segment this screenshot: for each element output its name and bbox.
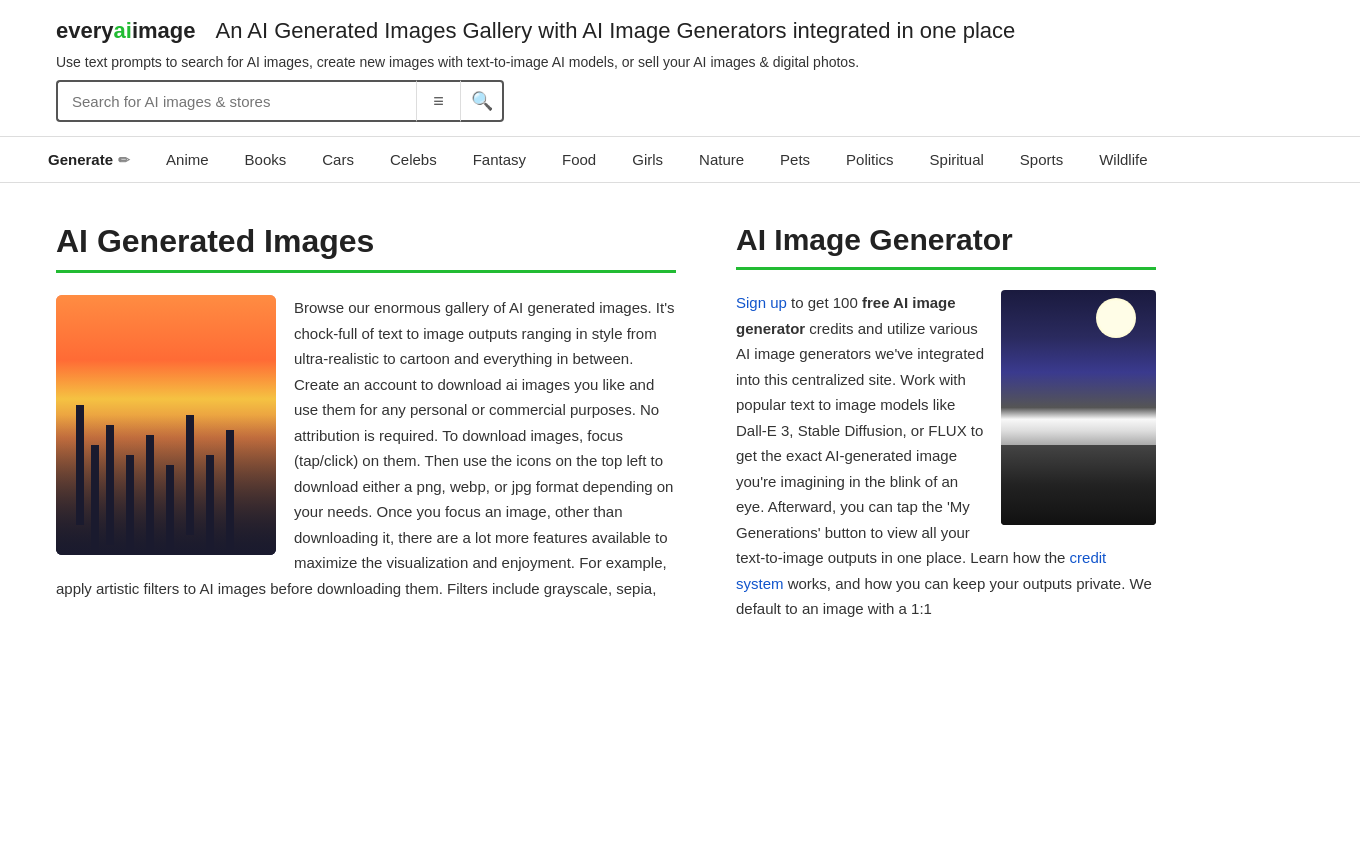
sign-up-mid-text: to get 100 (791, 294, 858, 311)
nav-item-celebs[interactable]: Celebs (372, 137, 455, 182)
logo-suffix: image (132, 18, 196, 43)
nav-bar: Generate ✏ Anime Books Cars Celebs Fanta… (0, 136, 1360, 183)
mountain-car-image (1001, 290, 1156, 525)
search-input[interactable] (56, 80, 416, 122)
nav-item-politics[interactable]: Politics (828, 137, 912, 182)
nav-item-anime[interactable]: Anime (148, 137, 227, 182)
left-section-body: Browse our enormous gallery of AI genera… (56, 295, 676, 601)
city-illustration (56, 295, 276, 555)
right-column: AI Image Generator Sign up to get 100 fr… (736, 223, 1156, 622)
search-icon: 🔍 (471, 90, 493, 112)
right-section-title: AI Image Generator (736, 223, 1156, 257)
nav-item-nature[interactable]: Nature (681, 137, 762, 182)
nav-item-generate[interactable]: Generate ✏ (30, 137, 148, 182)
nav-generate-label: Generate (48, 151, 113, 168)
header-tagline: An AI Generated Images Gallery with AI I… (215, 18, 1015, 44)
city-image (56, 295, 276, 555)
nav-item-sports[interactable]: Sports (1002, 137, 1081, 182)
nav-item-food[interactable]: Food (544, 137, 614, 182)
nav-item-wildlife[interactable]: Wildlife (1081, 137, 1165, 182)
right-body-2: works, and how you can keep your outputs… (736, 575, 1152, 618)
header: everyaiimage An AI Generated Images Gall… (0, 0, 1360, 54)
left-section-title: AI Generated Images (56, 223, 676, 260)
logo-prefix: every (56, 18, 114, 43)
nav-item-cars[interactable]: Cars (304, 137, 372, 182)
nav-item-spiritual[interactable]: Spiritual (912, 137, 1002, 182)
nav-item-girls[interactable]: Girls (614, 137, 681, 182)
nav-item-pets[interactable]: Pets (762, 137, 828, 182)
mountain-car-illustration (1001, 290, 1156, 525)
search-button[interactable]: 🔍 (460, 80, 504, 122)
sign-up-link[interactable]: Sign up (736, 294, 787, 311)
filter-icon: ≡ (433, 91, 444, 112)
main-content: AI Generated Images Browse our enormous … (0, 183, 1360, 662)
nav-item-books[interactable]: Books (227, 137, 305, 182)
wand-icon: ✏ (118, 152, 130, 168)
left-title-underline (56, 270, 676, 273)
right-section-body: Sign up to get 100 free AI image generat… (736, 290, 1156, 622)
nav-item-fantasy[interactable]: Fantasy (455, 137, 544, 182)
search-bar-area: ≡ 🔍 (0, 80, 1360, 136)
subheading: Use text prompts to search for AI images… (0, 54, 1360, 80)
logo-ai: ai (114, 18, 132, 43)
right-title-underline (736, 267, 1156, 270)
site-logo[interactable]: everyaiimage (56, 18, 195, 44)
left-column: AI Generated Images Browse our enormous … (56, 223, 676, 622)
filter-button[interactable]: ≡ (416, 80, 460, 122)
